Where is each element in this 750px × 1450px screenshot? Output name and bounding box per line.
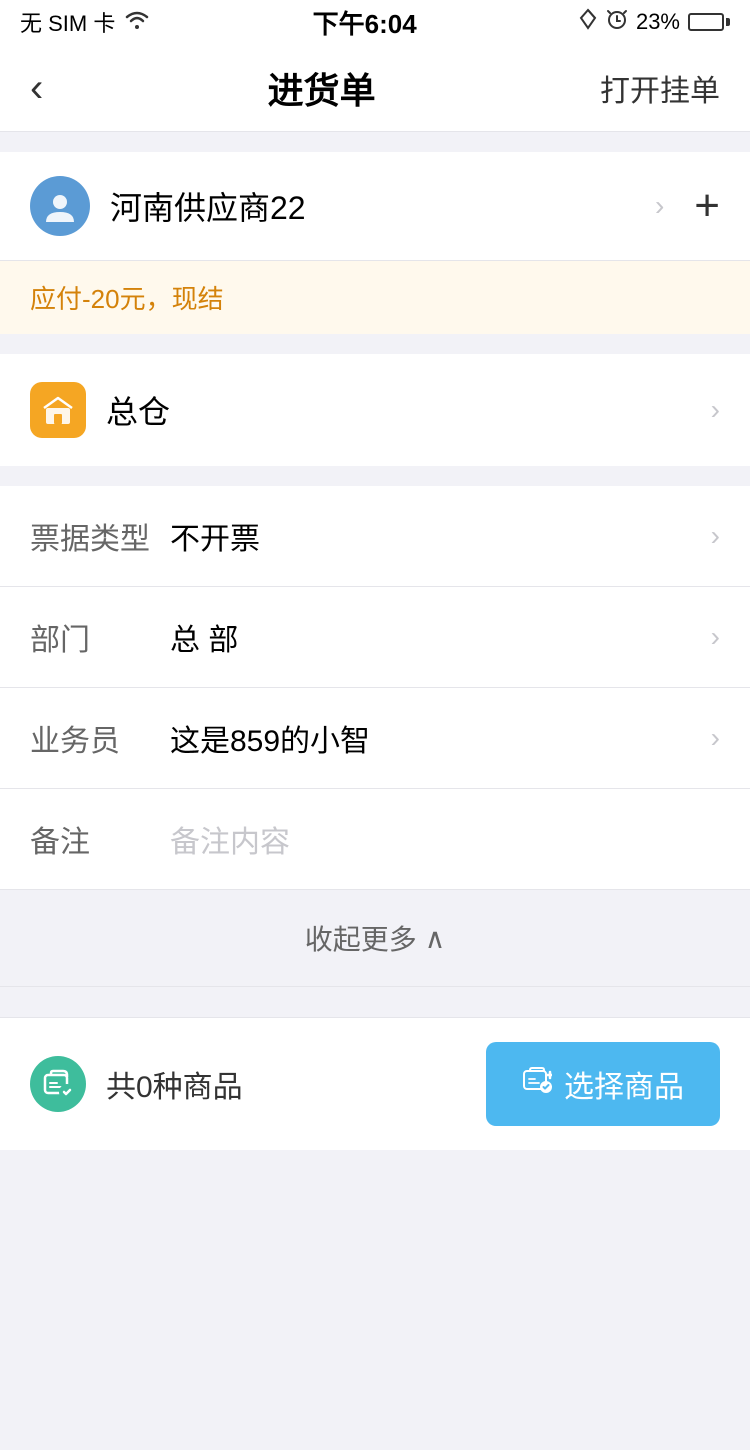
salesperson-chevron-icon: › [711,722,720,754]
sim-status: 无 SIM 卡 [20,6,115,38]
department-row[interactable]: 部门 总 部 › [0,587,750,688]
warehouse-chevron-icon: › [711,394,720,426]
wifi-icon [123,9,151,35]
supplier-section: 河南供应商22 › + 应付-20元，现结 [0,152,750,334]
collapse-chevron-icon: ∧ [425,922,446,955]
select-product-label: 选择商品 [564,1062,684,1106]
remarks-row[interactable]: 备注 备注内容 [0,789,750,889]
supplier-avatar [30,176,90,236]
invoice-type-label: 票据类型 [30,514,170,558]
section-divider-2 [0,334,750,354]
form-fields: 票据类型 不开票 › 部门 总 部 › 业务员 这是859的小智 › 备注 备注… [0,486,750,889]
supplier-row[interactable]: 河南供应商22 › + [0,152,750,261]
section-divider-1 [0,132,750,152]
supplier-alert-banner: 应付-20元，现结 [0,261,750,334]
salesperson-label: 业务员 [30,716,170,760]
status-right: 23% [578,8,730,36]
nav-bar: ‹ 进货单 打开挂单 [0,44,750,132]
collapse-row[interactable]: 收起更多 ∧ [0,889,750,987]
warehouse-name: 总仓 [106,387,701,433]
invoice-type-row[interactable]: 票据类型 不开票 › [0,486,750,587]
alarm-icon [606,8,628,36]
page-title: 进货单 [268,62,376,114]
salesperson-row[interactable]: 业务员 这是859的小智 › [0,688,750,789]
invoice-type-value: 不开票 [170,514,701,558]
background-fill [0,1150,750,1450]
product-count-icon [30,1056,86,1112]
alert-text: 应付-20元，现结 [30,284,224,314]
back-button[interactable]: ‹ [30,68,43,108]
invoice-type-chevron-icon: › [711,520,720,552]
remarks-label: 备注 [30,817,170,861]
status-time: 下午6:04 [313,4,417,41]
battery-percent: 23% [636,9,680,35]
select-product-button[interactable]: 选择商品 [486,1042,720,1126]
open-pending-button[interactable]: 打开挂单 [600,66,720,110]
battery-icon [688,13,730,31]
product-count-text: 共0种商品 [106,1062,486,1106]
location-icon [578,8,598,36]
status-left: 无 SIM 卡 [20,6,151,38]
select-product-icon [522,1067,552,1101]
supplier-chevron-icon: › [655,190,664,222]
warehouse-icon [30,382,86,438]
bottom-bar: 共0种商品 选择商品 [0,1017,750,1150]
remarks-value[interactable]: 备注内容 [170,817,720,861]
department-value: 总 部 [170,615,701,659]
section-divider-3 [0,466,750,486]
supplier-name: 河南供应商22 [110,183,655,229]
add-supplier-button[interactable]: + [694,184,720,228]
department-chevron-icon: › [711,621,720,653]
status-bar: 无 SIM 卡 下午6:04 23% [0,0,750,44]
department-label: 部门 [30,615,170,659]
salesperson-value: 这是859的小智 [170,716,701,760]
collapse-label: 收起更多 [305,918,417,958]
section-divider-4 [0,987,750,1007]
warehouse-row[interactable]: 总仓 › [0,354,750,466]
